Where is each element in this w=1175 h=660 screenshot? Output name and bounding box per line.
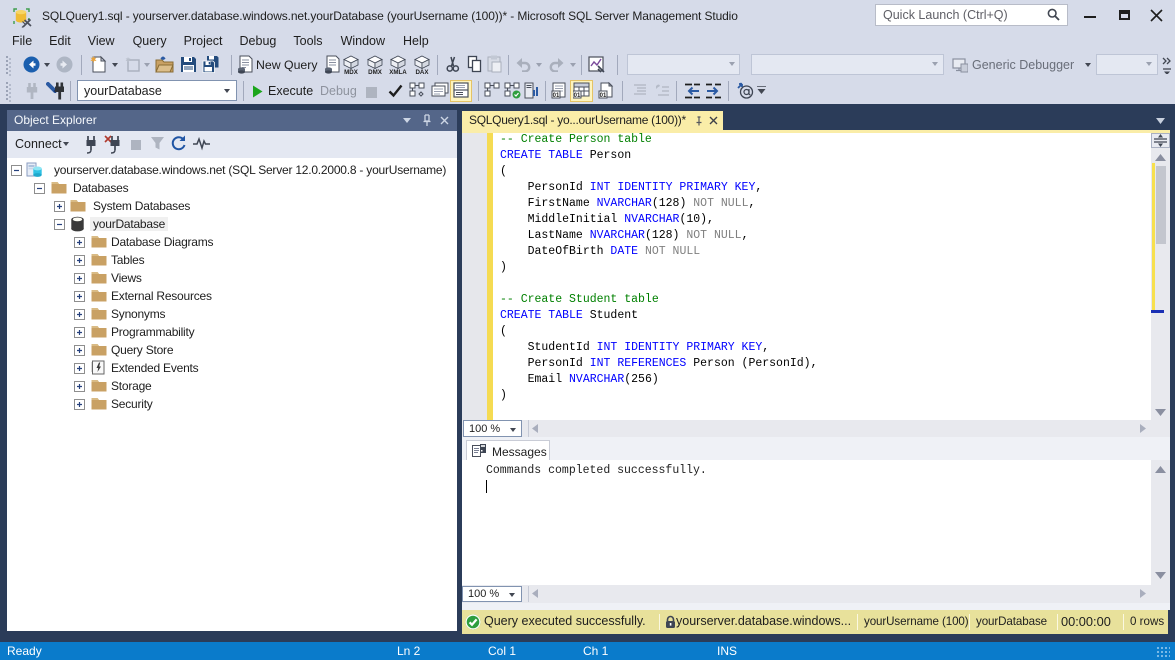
svg-text:MDX: MDX — [344, 69, 359, 75]
svg-text:01: 01 — [600, 93, 607, 99]
svg-text:XMLA: XMLA — [389, 69, 407, 75]
svg-text:01: 01 — [553, 93, 560, 99]
svg-text:DMX: DMX — [368, 69, 383, 75]
svg-text:DAX: DAX — [415, 69, 429, 75]
svg-text:01: 01 — [574, 93, 581, 99]
